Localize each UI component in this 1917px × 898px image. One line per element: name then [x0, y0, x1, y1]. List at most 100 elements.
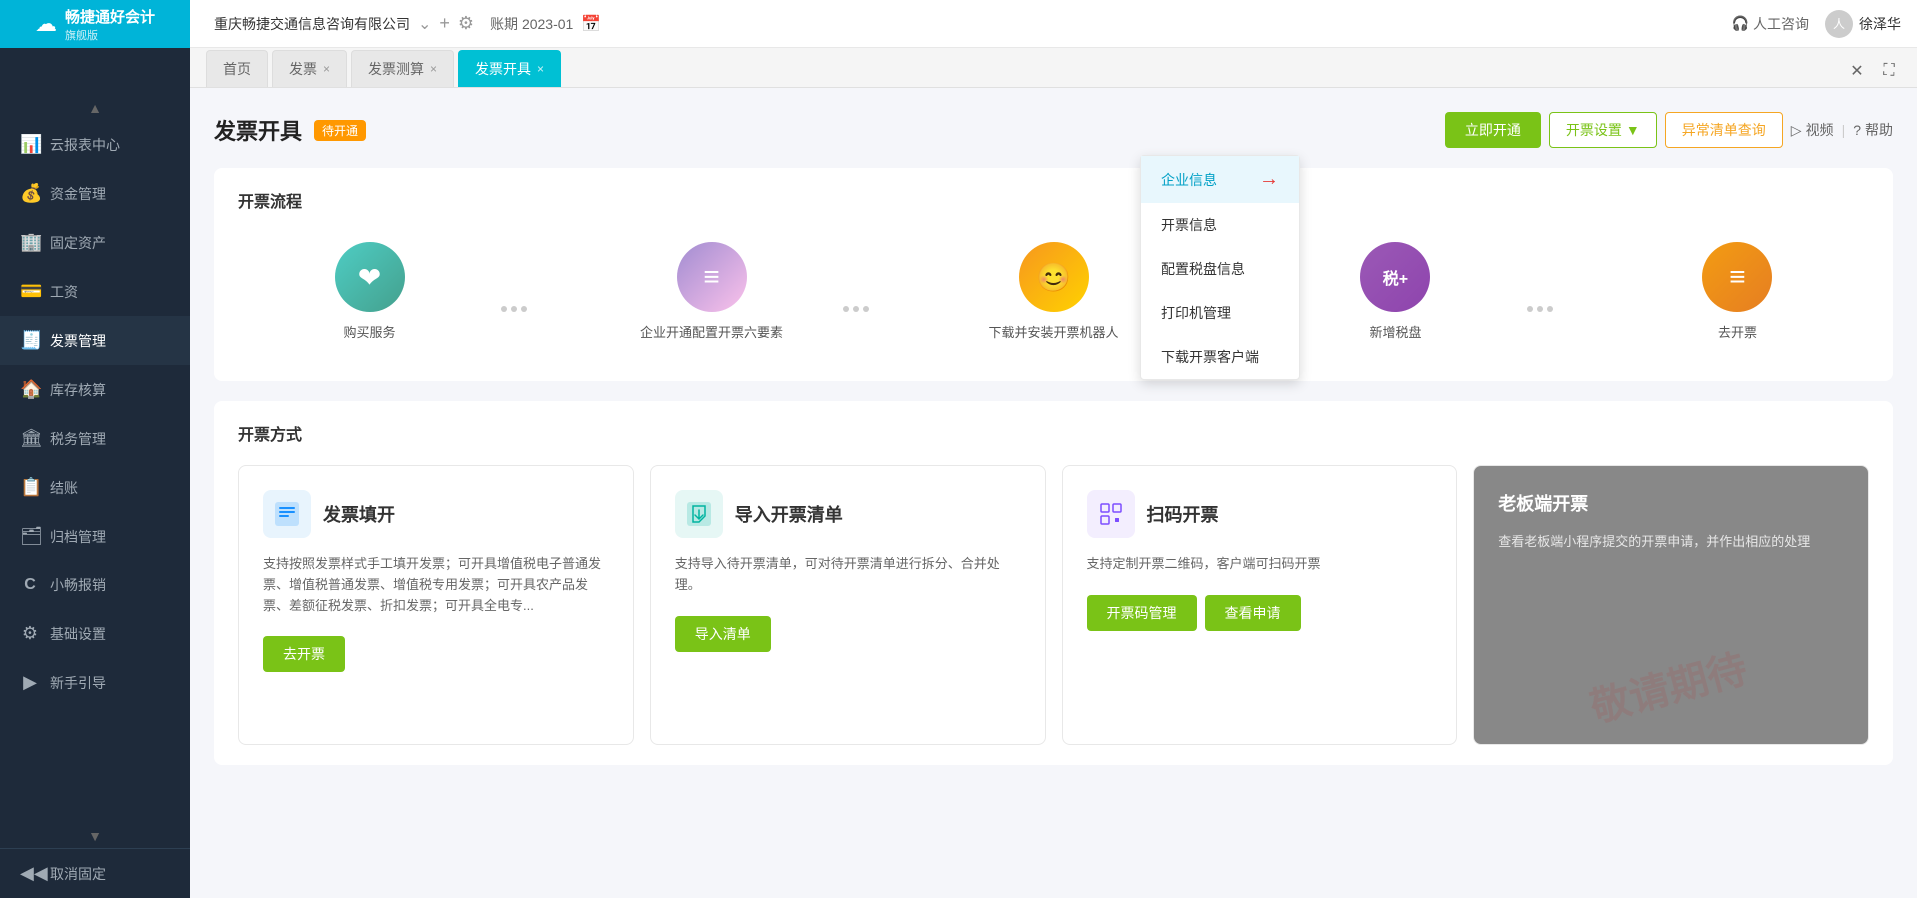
- finance-icon: 💰: [20, 183, 40, 204]
- sidebar-item-unpin[interactable]: ◀◀ 取消固定: [0, 848, 190, 898]
- sidebar-item-accounting[interactable]: 📋 结账: [0, 463, 190, 512]
- method-boss-title: 老板端开票: [1498, 490, 1588, 516]
- flow-icon-config: ≡: [677, 242, 747, 312]
- tab-home[interactable]: 首页: [206, 50, 268, 87]
- calendar-icon[interactable]: 📅: [581, 14, 601, 34]
- method-import-title: 导入开票清单: [735, 501, 843, 527]
- payroll-icon: 💳: [20, 281, 40, 302]
- flow-step-issue-label: 去开票: [1718, 322, 1757, 341]
- video-button[interactable]: ▷ 视频: [1791, 120, 1834, 140]
- user-menu[interactable]: 人 徐泽华: [1825, 10, 1901, 38]
- sidebar-item-invoice[interactable]: 🧾 发票管理: [0, 316, 190, 365]
- flow-connector-4: [1527, 271, 1606, 312]
- sidebar-label-assets: 固定资产: [50, 233, 106, 253]
- inventory-icon: 🏠: [20, 379, 40, 400]
- flow-steps: ❤ 购买服务 ≡: [238, 232, 1869, 361]
- app-layout: ☁ 畅捷通好会计 旗舰版 ▲ 📊 云报表中心 💰 资金管理 🏢 固定资产: [0, 0, 1917, 898]
- sidebar-label-settings: 基础设置: [50, 624, 106, 644]
- guide-icon: ▶: [20, 672, 40, 693]
- accounting-icon: 📋: [20, 477, 40, 498]
- top-bar: 重庆畅捷交通信息咨询有限公司 ⌄ + ⚙ 账期 2023-01 📅 🎧 人工咨询…: [0, 0, 1917, 48]
- tab-maximize-button[interactable]: ⛶: [1877, 59, 1901, 83]
- flow-step-buy-label: 购买服务: [344, 322, 396, 341]
- tab-home-label: 首页: [223, 59, 251, 79]
- pending-watermark: 敬请期待: [1583, 636, 1753, 733]
- sidebar-item-payroll[interactable]: 💳 工资: [0, 267, 190, 316]
- activate-button[interactable]: 立即开通: [1445, 112, 1541, 148]
- company-dropdown-icon[interactable]: ⌄: [418, 14, 431, 34]
- tab-invoice-label: 发票: [289, 59, 317, 79]
- dropdown-item-company-info[interactable]: 企业信息 →: [1141, 156, 1299, 203]
- tab-invoice[interactable]: 发票 ×: [272, 50, 347, 87]
- tab-invoice-close[interactable]: ×: [323, 62, 330, 76]
- tab-close-button[interactable]: ✕: [1845, 59, 1869, 83]
- method-card-fill: 发票填开 支持按照发票样式手工填开发票；可开具增值税电子普通发票、增值税普通发票…: [238, 465, 634, 745]
- page-title: 发票开具: [214, 114, 302, 146]
- sidebar-item-finance[interactable]: 💰 资金管理: [0, 169, 190, 218]
- sidebar-item-cloud-report[interactable]: 📊 云报表中心: [0, 120, 190, 169]
- archive-icon: 🗂: [20, 526, 40, 547]
- report-icon: C: [20, 576, 40, 594]
- tab-invoice-test-close[interactable]: ×: [430, 62, 437, 76]
- sidebar: ☁ 畅捷通好会计 旗舰版 ▲ 📊 云报表中心 💰 资金管理 🏢 固定资产: [0, 48, 190, 898]
- add-company-icon[interactable]: +: [439, 13, 450, 34]
- page-content: 发票开具 待开通 立即开通 开票设置 ▼ 异常清单查询 ▷ 视频 | ?: [190, 88, 1917, 898]
- flow-step-config-label: 企业开通配置开票六要素: [640, 322, 783, 341]
- sidebar-label-accounting: 结账: [50, 478, 78, 498]
- methods-section: 开票方式: [214, 401, 1893, 765]
- method-import-icon: [675, 490, 723, 538]
- tab-invoice-test[interactable]: 发票测算 ×: [351, 50, 454, 87]
- sidebar-item-inventory[interactable]: 🏠 库存核算: [0, 365, 190, 414]
- unpin-icon: ◀◀: [20, 863, 40, 884]
- settings-label: 开票设置: [1566, 120, 1622, 140]
- invoice-icon: 🧾: [20, 330, 40, 351]
- cloud-report-icon: 📊: [20, 134, 40, 155]
- sidebar-nav: 📊 云报表中心 💰 资金管理 🏢 固定资产 💳 工资 🧾 发票管理 🏠: [0, 120, 190, 824]
- settings-dropdown-button[interactable]: 开票设置 ▼: [1549, 112, 1657, 148]
- sidebar-item-assets[interactable]: 🏢 固定资产: [0, 218, 190, 267]
- sidebar-item-tax[interactable]: 🏛 税务管理: [0, 414, 190, 463]
- dropdown-item-printer[interactable]: 打印机管理: [1141, 291, 1299, 335]
- method-fill-icon: [263, 490, 311, 538]
- tab-invoice-test-label: 发票测算: [368, 59, 424, 79]
- page-header: 发票开具 待开通 立即开通 开票设置 ▼ 异常清单查询 ▷ 视频 | ?: [214, 112, 1893, 148]
- sidebar-label-finance: 资金管理: [50, 184, 106, 204]
- sidebar-item-archive[interactable]: 🗂 归档管理: [0, 512, 190, 561]
- period-label: 账期 2023-01: [490, 14, 573, 34]
- view-apply-button[interactable]: 查看申请: [1205, 595, 1301, 631]
- chevron-down-icon: ▼: [1626, 122, 1640, 138]
- sidebar-item-settings[interactable]: ⚙ 基础设置: [0, 609, 190, 658]
- flow-step-tax-disk: 税+ 新增税盘: [1264, 242, 1527, 341]
- tab-actions: ✕ ⛶: [1845, 59, 1901, 87]
- dropdown-item-tax-disk[interactable]: 配置税盘信息: [1141, 247, 1299, 291]
- settings-icon[interactable]: ⚙: [458, 13, 474, 34]
- tab-invoice-issue[interactable]: 发票开具 ×: [458, 50, 561, 87]
- method-fill-title: 发票填开: [323, 501, 395, 527]
- method-fill-desc: 支持按照发票样式手工填开发票；可开具增值税电子普通发票、增值税普通发票、增值税专…: [263, 554, 609, 616]
- method-scan-desc: 支持定制开票二维码，客户端可扫码开票: [1087, 554, 1433, 575]
- import-list-button[interactable]: 导入清单: [675, 616, 771, 652]
- method-card-scan: 扫码开票 支持定制开票二维码，客户端可扫码开票 开票码管理 查看申请: [1062, 465, 1458, 745]
- sidebar-item-report[interactable]: C 小畅报销: [0, 561, 190, 609]
- sidebar-item-guide[interactable]: ▶ 新手引导: [0, 658, 190, 707]
- support-button[interactable]: 🎧 人工咨询: [1732, 14, 1809, 34]
- sidebar-scroll-down[interactable]: ▼: [0, 824, 190, 848]
- flow-section-title: 开票流程: [238, 188, 1869, 212]
- flow-icon-tax-disk: 税+: [1360, 242, 1430, 312]
- tab-invoice-issue-close[interactable]: ×: [537, 62, 544, 76]
- exception-list-button[interactable]: 异常清单查询: [1665, 112, 1783, 148]
- status-badge: 待开通: [314, 120, 366, 141]
- qr-code-manage-button[interactable]: 开票码管理: [1087, 595, 1197, 631]
- help-button[interactable]: ? 帮助: [1853, 120, 1893, 140]
- question-icon: ?: [1853, 122, 1861, 138]
- flow-icon-issue: ≡: [1702, 242, 1772, 312]
- flow-step-buy: ❤ 购买服务: [238, 242, 501, 341]
- tax-icon: 🏛: [20, 428, 40, 449]
- sidebar-scroll-up[interactable]: ▲: [0, 96, 190, 120]
- dropdown-item-invoice-info[interactable]: 开票信息: [1141, 203, 1299, 247]
- flow-step-download-label: 下载并安装开票机器人: [988, 322, 1118, 341]
- flow-icon-download: 😊: [1019, 242, 1089, 312]
- company-name: 重庆畅捷交通信息咨询有限公司: [214, 14, 410, 34]
- fill-invoice-button[interactable]: 去开票: [263, 636, 345, 672]
- dropdown-item-download-client[interactable]: 下载开票客户端: [1141, 335, 1299, 379]
